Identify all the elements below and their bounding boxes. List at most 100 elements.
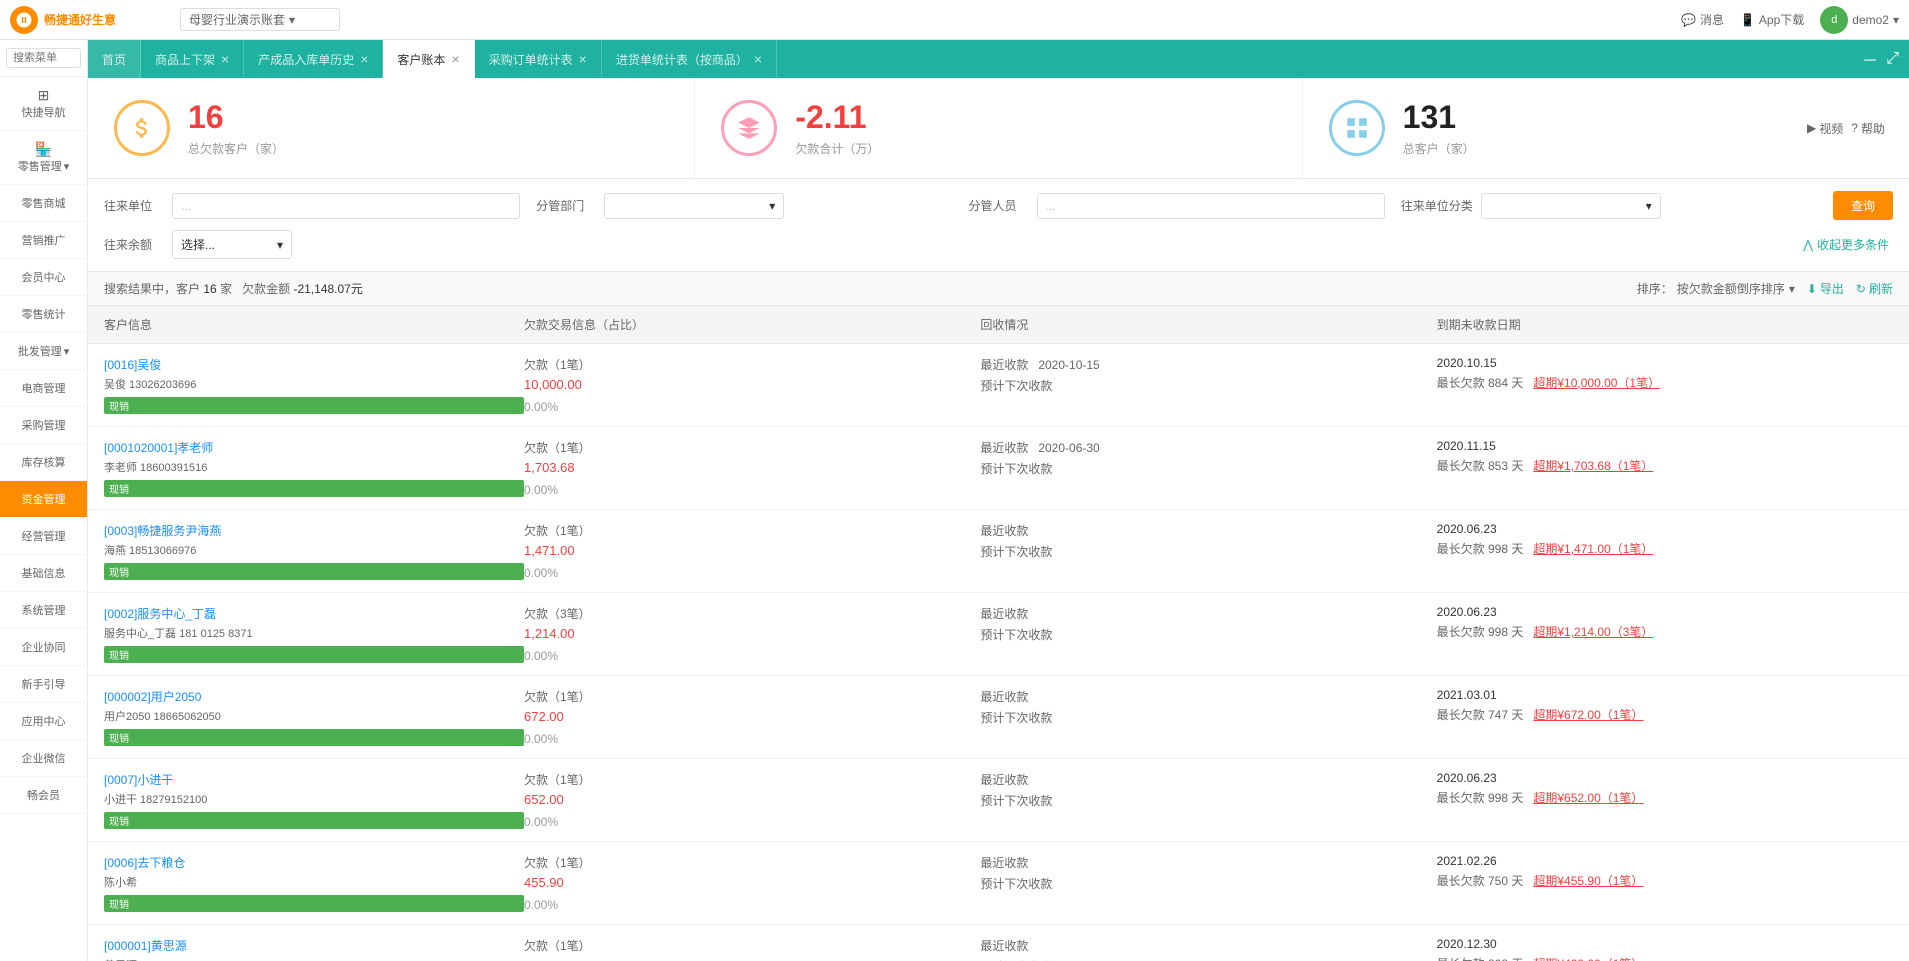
customer-name-0[interactable]: [0016]吴俊 xyxy=(104,356,524,373)
customer-name-2[interactable]: [0003]畅捷服务尹海燕 xyxy=(104,522,524,539)
stat-icon-circle-blue xyxy=(1329,100,1385,156)
sidebar-item-basic[interactable]: 基础信息 xyxy=(0,555,87,592)
tab-product-shelf[interactable]: 商品上下架 × xyxy=(141,40,244,78)
sidebar-item-enterprise[interactable]: 企业协同 xyxy=(0,629,87,666)
recovery-info-1: 最近收款 2020-06-30 预计下次收款 xyxy=(980,439,1436,477)
overdue-link-2[interactable]: 超期¥1,471.00（1笔） xyxy=(1533,542,1653,556)
overdue-days-0: 最长欠款 884 天 超期¥10,000.00（1笔） xyxy=(1437,374,1893,391)
sidebar-item-batch-mgmt[interactable]: 批发管理 ▾ xyxy=(0,333,87,370)
debt-count-1: 欠款（1笔） xyxy=(524,439,980,456)
overdue-link-6[interactable]: 超期¥455.90（1笔） xyxy=(1533,874,1643,888)
overdue-info-2: 2020.06.23 最长欠款 998 天 超期¥1,471.00（1笔） xyxy=(1437,522,1893,557)
user-menu[interactable]: d demo2 ▾ xyxy=(1820,6,1899,34)
debt-amount-2: 1,471.00 xyxy=(524,543,980,558)
customer-name-4[interactable]: [000002]用户2050 xyxy=(104,688,524,705)
customer-info-7: [000001]黄思源 黄思源 13552700226 现销 xyxy=(104,937,524,961)
debt-amount-6: 455.90 xyxy=(524,875,980,890)
overdue-date-5: 2020.06.23 xyxy=(1437,771,1893,785)
app-download-btn[interactable]: 📱 App下载 xyxy=(1740,11,1804,28)
overdue-link-1[interactable]: 超期¥1,703.68（1笔） xyxy=(1533,459,1653,473)
sidebar-item-retail-mgmt[interactable]: 🏪 零售管理 ▾ xyxy=(0,131,87,185)
filter-select-balance[interactable]: 选择... ▾ xyxy=(172,230,292,259)
filter-select-dept[interactable]: ▾ xyxy=(604,193,784,219)
recovery-info-7: 最近收款 预计下次收款 xyxy=(980,937,1436,961)
sidebar-item-member[interactable]: 会员中心 xyxy=(0,259,87,296)
tab-purchase-summary[interactable]: 进货单统计表（按商品） × xyxy=(602,40,777,78)
message-btn[interactable]: 💬 消息 xyxy=(1681,11,1724,28)
search-button[interactable]: 查询 xyxy=(1833,191,1893,220)
tab-bar-actions: － ⤢ xyxy=(1852,47,1909,71)
stat-card-debt-total: -2.11 欠款合计（万） xyxy=(695,78,1302,178)
customer-name-6[interactable]: [0006]去下粮仓 xyxy=(104,854,524,871)
sidebar-item-purchase[interactable]: 采购管理 xyxy=(0,407,87,444)
recovery-info-6: 最近收款 预计下次收款 xyxy=(980,854,1436,892)
tab-product-history[interactable]: 产成品入库单历史 × xyxy=(244,40,383,78)
debt-count-6: 欠款（1笔） xyxy=(524,854,980,871)
stat-icon-debt xyxy=(112,98,172,158)
sidebar-item-retail-store[interactable]: 零售商城 xyxy=(0,185,87,222)
minimize-btn[interactable]: － xyxy=(1862,47,1878,71)
overdue-link-3[interactable]: 超期¥1,214.00（3笔） xyxy=(1533,625,1653,639)
top-bar: 畅捷通好生意 母婴行业演示账套 ▾ 💬 消息 📱 App下载 d demo2 ▾ xyxy=(0,0,1909,40)
sidebar-item-retail-stats[interactable]: 零售统计 xyxy=(0,296,87,333)
customer-phone-6: 陈小希 xyxy=(104,874,524,890)
stat-label-debt-customers: 总欠款客户（家） xyxy=(188,140,284,157)
overdue-link-7[interactable]: 超期¥429.00（1笔） xyxy=(1533,957,1643,961)
sidebar-item-marketing[interactable]: 营销推广 xyxy=(0,222,87,259)
debt-ratio-3: 0.00% xyxy=(524,649,980,663)
filter-select-category[interactable]: ▾ xyxy=(1481,193,1661,219)
sidebar-item-inventory[interactable]: 库存核算 xyxy=(0,444,87,481)
results-actions: 排序： 按欠款金额倒序排序 ▾ ⬇ 导出 ↻ 刷新 xyxy=(1637,280,1893,297)
tab-close-purchase-summary[interactable]: × xyxy=(754,51,762,67)
sidebar-item-finance[interactable]: 资金管理 xyxy=(0,481,87,518)
video-btn[interactable]: ▶ 视频 xyxy=(1807,120,1843,137)
sidebar-item-quick-nav[interactable]: ⊞ 快捷导航 xyxy=(0,77,87,131)
debt-ratio-5: 0.00% xyxy=(524,815,980,829)
customer-name-5[interactable]: [0007]小进干 xyxy=(104,771,524,788)
data-table: 客户信息 欠款交易信息（占比） 回收情况 到期未收款日期 [0016]吴俊 吴俊… xyxy=(88,306,1909,961)
overdue-link-4[interactable]: 超期¥672.00（1笔） xyxy=(1533,708,1643,722)
sort-selector[interactable]: 排序： 按欠款金额倒序排序 ▾ xyxy=(1637,280,1795,297)
tab-close-product-history[interactable]: × xyxy=(360,51,368,67)
customer-name-1[interactable]: [0001020001]孝老师 xyxy=(104,439,524,456)
tab-close-purchase-stats[interactable]: × xyxy=(579,51,587,67)
tab-home[interactable]: 首页 xyxy=(88,40,141,78)
tab-close-customer-account[interactable]: × xyxy=(451,51,459,67)
overdue-info-5: 2020.06.23 最长欠款 998 天 超期¥652.00（1笔） xyxy=(1437,771,1893,806)
help-btn[interactable]: ? 帮助 xyxy=(1851,120,1885,137)
tab-purchase-stats[interactable]: 采购订单统计表 × xyxy=(475,40,602,78)
top-bar-right: 💬 消息 📱 App下载 d demo2 ▾ xyxy=(1681,6,1899,34)
refresh-btn[interactable]: ↻ 刷新 xyxy=(1856,280,1893,297)
sidebar-item-apps[interactable]: 应用中心 xyxy=(0,703,87,740)
filter-input-person[interactable]: ... xyxy=(1037,193,1385,219)
maximize-btn[interactable]: ⤢ xyxy=(1886,50,1899,68)
table-row: [0002]服务中心_丁磊 服务中心_丁磊 181 0125 8371 现销 欠… xyxy=(88,593,1909,676)
sidebar-item-wechat[interactable]: 企业微信 xyxy=(0,740,87,777)
sidebar-item-business[interactable]: 经营管理 xyxy=(0,518,87,555)
sidebar-item-vip[interactable]: 畅会员 xyxy=(0,777,87,814)
stat-card-total-customers: 131 总客户（家） ▶ 视频 ? 帮助 xyxy=(1303,78,1909,178)
overdue-link-0[interactable]: 超期¥10,000.00（1笔） xyxy=(1533,376,1660,390)
stat-icon-circle-pink xyxy=(721,100,777,156)
sidebar-search-input[interactable] xyxy=(6,48,81,68)
sidebar-item-ecommerce[interactable]: 电商管理 xyxy=(0,370,87,407)
company-selector[interactable]: 母婴行业演示账套 ▾ xyxy=(180,8,340,31)
customer-name-7[interactable]: [000001]黄思源 xyxy=(104,937,524,954)
collapse-filters-btn[interactable]: ⋀ 收起更多条件 xyxy=(1799,232,1893,257)
overdue-link-5[interactable]: 超期¥652.00（1笔） xyxy=(1533,791,1643,805)
filter-input-unit[interactable]: ... xyxy=(172,193,520,219)
overdue-info-6: 2021.02.26 最长欠款 750 天 超期¥455.90（1笔） xyxy=(1437,854,1893,889)
tab-customer-account[interactable]: 客户账本 × xyxy=(383,40,474,78)
tab-close-product-shelf[interactable]: × xyxy=(221,51,229,67)
overdue-days-3: 最长欠款 998 天 超期¥1,214.00（3笔） xyxy=(1437,623,1893,640)
sidebar-item-system[interactable]: 系统管理 xyxy=(0,592,87,629)
sidebar-item-newbie[interactable]: 新手引导 xyxy=(0,666,87,703)
overdue-days-4: 最长欠款 747 天 超期¥672.00（1笔） xyxy=(1437,706,1893,723)
recovery-info-4: 最近收款 预计下次收款 xyxy=(980,688,1436,726)
customer-name-3[interactable]: [0002]服务中心_丁磊 xyxy=(104,605,524,622)
debt-count-7: 欠款（1笔） xyxy=(524,937,980,954)
debt-info-6: 欠款（1笔） 455.90 0.00% xyxy=(524,854,980,912)
export-btn[interactable]: ⬇ 导出 xyxy=(1807,280,1844,297)
customer-info-4: [000002]用户2050 用户2050 18665062050 现销 xyxy=(104,688,524,746)
results-info: 搜索结果中，客户 16 家 欠款金额 -21,148.07元 xyxy=(104,280,363,297)
